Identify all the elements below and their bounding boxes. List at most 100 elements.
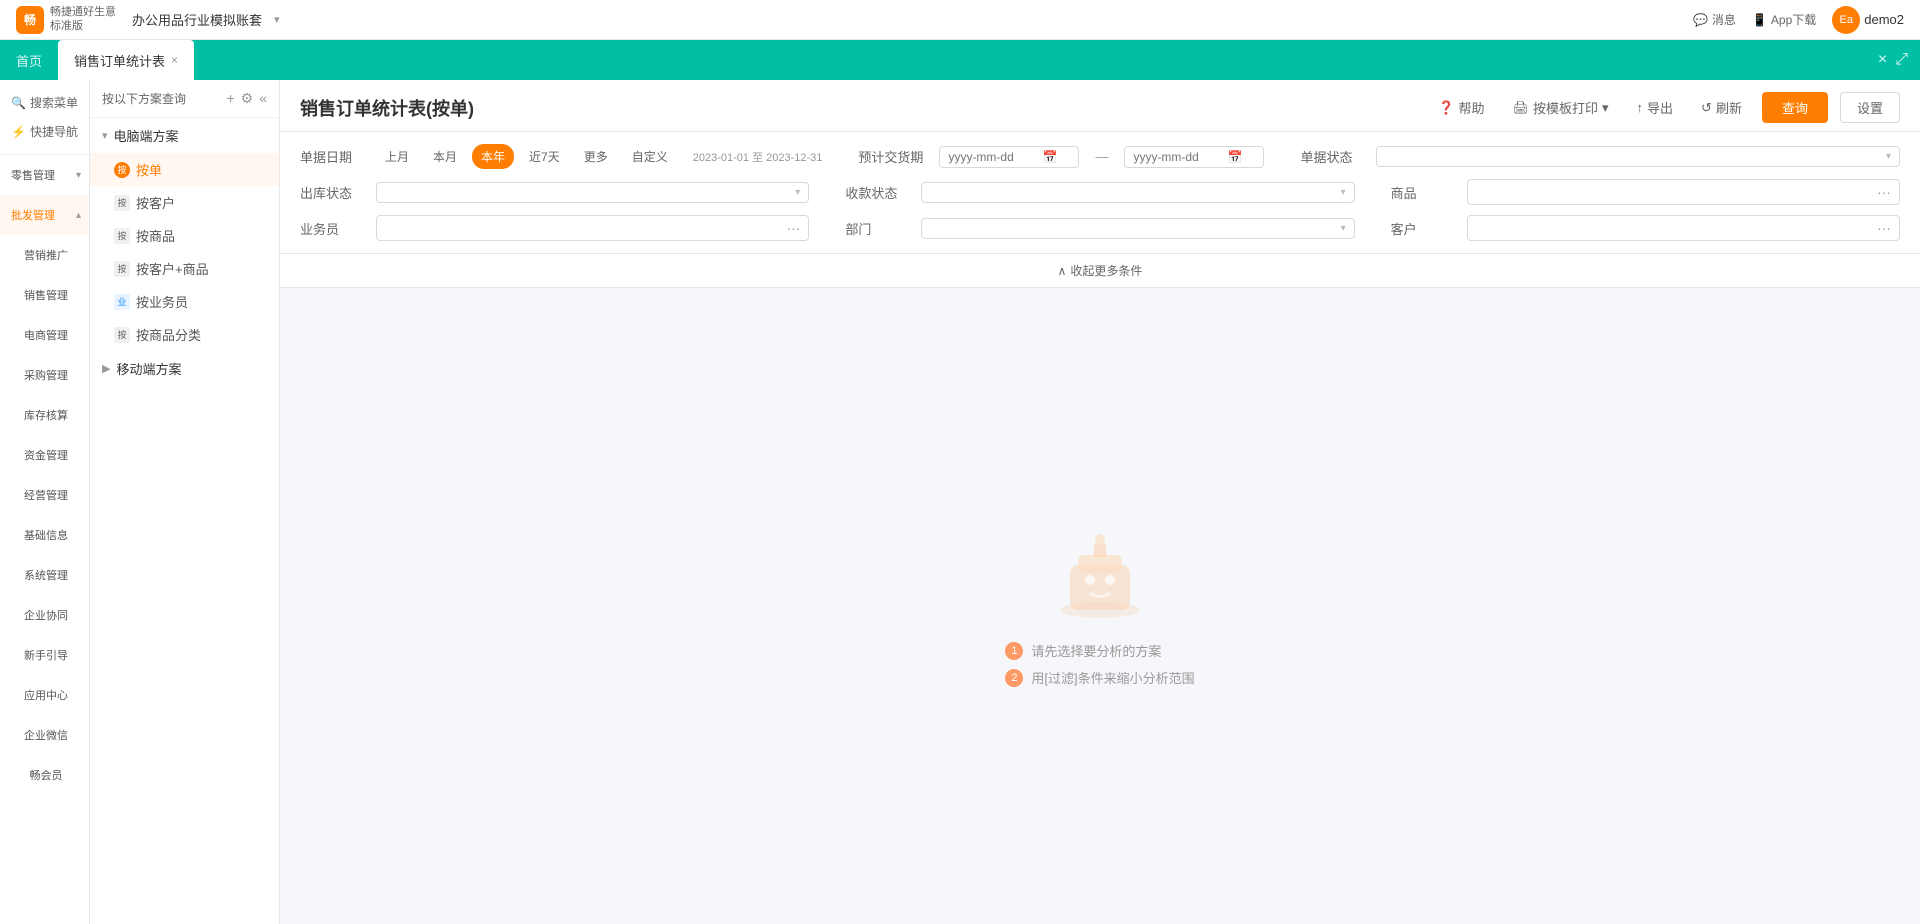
dept-label: 部门 <box>845 219 905 238</box>
filter-area: 单据日期 上月 本月 本年 近7天 更多 自定义 2023-01-01 至 20… <box>280 132 1920 254</box>
empty-tips: 1 请先选择要分析的方案 2 用[过滤]条件来缩小分析范围 <box>1005 641 1194 687</box>
scheme-group-mobile-header[interactable]: ▶ 移动端方案 <box>90 351 279 386</box>
scheme-icon-sq: 按 <box>114 195 130 211</box>
template-print-button[interactable]: 🖨 按模板打印 ▾ <box>1504 94 1616 121</box>
salesperson-input[interactable]: ··· <box>376 215 809 241</box>
scheme-item-by-product[interactable]: 按 按商品 <box>90 219 279 252</box>
left-panel-actions: + ⚙ « <box>226 90 267 107</box>
export-icon: ↑ <box>1637 100 1644 115</box>
payment-status-label: 收款状态 <box>845 183 905 202</box>
dept-select[interactable]: ▾ <box>921 218 1354 239</box>
expected-date-end[interactable]: 📅 <box>1124 146 1264 168</box>
left-panel-collapse-button[interactable]: « <box>259 90 267 107</box>
filter-row-3: 业务员 ··· 部门 ▾ 客户 ··· <box>300 215 1900 241</box>
sidebar-item-app-center[interactable]: 应用中心 <box>0 675 89 715</box>
scheme-group-desktop-header[interactable]: ▾ 电脑端方案 <box>90 118 279 153</box>
goods-label: 商品 <box>1391 183 1451 202</box>
query-button[interactable]: 查询 <box>1762 92 1828 123</box>
sidebar: 🔍 搜索菜单 ⚡ 快捷导航 零售管理 ▾ 批发管理 ▴ 营销推广 销售管理 电商… <box>0 80 90 924</box>
app-download-button[interactable]: 📱 App下载 <box>1752 11 1816 28</box>
calendar-start-icon: 📅 <box>1042 150 1057 164</box>
sidebar-item-newbie[interactable]: 新手引导 <box>0 635 89 675</box>
goods-input[interactable]: ··· <box>1467 179 1900 205</box>
date-this-year[interactable]: 本年 <box>472 144 514 169</box>
sidebar-search-button[interactable]: 🔍 搜索菜单 <box>0 88 89 117</box>
sidebar-item-basic-info[interactable]: 基础信息 <box>0 515 89 555</box>
sidebar-quick-nav[interactable]: ⚡ 快捷导航 <box>0 117 89 146</box>
ship-status-label: 出库状态 <box>300 183 360 202</box>
expected-date-end-input[interactable] <box>1133 150 1223 164</box>
sidebar-item-marketing[interactable]: 营销推广 <box>0 235 89 275</box>
left-panel-add-button[interactable]: + <box>226 90 234 107</box>
app-dropdown-arrow[interactable]: ▾ <box>274 13 280 26</box>
salesperson-more-icon[interactable]: ··· <box>786 220 800 236</box>
tab-restore-button[interactable]: ⤢ <box>1895 52 1908 68</box>
user-profile[interactable]: Ea demo2 <box>1832 6 1904 34</box>
ship-status-select[interactable]: ▾ <box>376 182 809 203</box>
message-icon: 💬 <box>1693 13 1708 27</box>
customer-input[interactable]: ··· <box>1467 215 1900 241</box>
user-name: demo2 <box>1864 12 1904 27</box>
scheme-item-by-category[interactable]: 按 按商品分类 <box>90 318 279 351</box>
header-right: 💬 消息 📱 App下载 Ea demo2 <box>1693 6 1904 34</box>
refresh-button[interactable]: ↺ 刷新 <box>1693 94 1750 121</box>
sidebar-top: 🔍 搜索菜单 ⚡ 快捷导航 <box>0 80 89 155</box>
date-this-month[interactable]: 本月 <box>424 144 466 169</box>
date-options: 上月 本月 本年 近7天 更多 自定义 <box>376 144 677 169</box>
sidebar-item-wholesale[interactable]: 批发管理 ▴ <box>0 195 89 235</box>
scheme-item-by-order[interactable]: 按 按单 <box>90 153 279 186</box>
date-label: 单据日期 <box>300 147 360 166</box>
date-prev-month[interactable]: 上月 <box>376 144 418 169</box>
date-custom[interactable]: 自定义 <box>623 144 677 169</box>
expected-date-start-input[interactable] <box>948 150 1038 164</box>
doc-status-select[interactable]: ▾ <box>1376 146 1900 167</box>
expected-date-start[interactable]: 📅 <box>939 146 1079 168</box>
doc-status-label: 单据状态 <box>1300 147 1360 166</box>
tab-close-all-button[interactable]: × <box>1878 52 1887 68</box>
content-area: 按以下方案查询 + ⚙ « ▾ 电脑端方案 按 按单 按 按客户 <box>90 80 1920 924</box>
message-button[interactable]: 💬 消息 <box>1693 11 1736 28</box>
right-content: 销售订单统计表(按单) ❓ 帮助 🖨 按模板打印 ▾ ↑ 导出 <box>280 80 1920 924</box>
scheme-item-by-salesperson[interactable]: 业 按业务员 <box>90 285 279 318</box>
date-last7[interactable]: 近7天 <box>520 144 569 169</box>
sidebar-item-finance[interactable]: 资金管理 <box>0 435 89 475</box>
logo-icon: 畅 <box>16 6 44 34</box>
sidebar-item-system[interactable]: 系统管理 <box>0 555 89 595</box>
chevron-down-icon: ▾ <box>102 129 108 142</box>
scheme-item-by-customer-product[interactable]: 按 按客户+商品 <box>90 252 279 285</box>
scheme-item-by-customer[interactable]: 按 按客户 <box>90 186 279 219</box>
tab-sales-stat[interactable]: 销售订单统计表 × <box>58 40 194 80</box>
tab-bar: 首页 销售订单统计表 × × ⤢ <box>0 40 1920 80</box>
page-title: 销售订单统计表(按单) <box>300 95 474 121</box>
print-icon: 🖨 <box>1512 100 1529 116</box>
customer-label: 客户 <box>1391 219 1451 238</box>
payment-status-select[interactable]: ▾ <box>921 182 1354 203</box>
date-more[interactable]: 更多 <box>575 144 617 169</box>
tab-home[interactable]: 首页 <box>0 40 58 80</box>
sidebar-item-enterprise[interactable]: 企业协同 <box>0 595 89 635</box>
help-icon: ❓ <box>1438 100 1454 116</box>
customer-more-icon[interactable]: ··· <box>1877 220 1891 236</box>
salesperson-label: 业务员 <box>300 219 360 238</box>
sidebar-item-operations[interactable]: 经营管理 <box>0 475 89 515</box>
collapse-bar[interactable]: ∧ 收起更多条件 <box>280 254 1920 288</box>
sidebar-item-inventory[interactable]: 库存核算 <box>0 395 89 435</box>
page-actions: ❓ 帮助 🖨 按模板打印 ▾ ↑ 导出 ↺ 刷新 <box>1430 92 1900 123</box>
settings-button[interactable]: 设置 <box>1840 92 1900 123</box>
empty-tip-2: 2 用[过滤]条件来缩小分析范围 <box>1005 668 1194 687</box>
sidebar-item-retail[interactable]: 零售管理 ▾ <box>0 155 89 195</box>
main-layout: 🔍 搜索菜单 ⚡ 快捷导航 零售管理 ▾ 批发管理 ▴ 营销推广 销售管理 电商… <box>0 80 1920 924</box>
sidebar-item-wechat[interactable]: 企业微信 <box>0 715 89 755</box>
top-header: 畅 畅捷通好生意 标准版 办公用品行业模拟账套 ▾ 💬 消息 📱 App下载 E… <box>0 0 1920 40</box>
tab-close-button[interactable]: × <box>171 53 178 67</box>
refresh-icon: ↺ <box>1701 100 1712 116</box>
sidebar-item-ecommerce[interactable]: 电商管理 <box>0 315 89 355</box>
ship-status-caret: ▾ <box>795 187 800 198</box>
help-button[interactable]: ❓ 帮助 <box>1430 94 1492 121</box>
goods-more-icon[interactable]: ··· <box>1877 184 1891 200</box>
export-button[interactable]: ↑ 导出 <box>1629 94 1682 121</box>
sidebar-item-purchase[interactable]: 采购管理 <box>0 355 89 395</box>
sidebar-item-sales[interactable]: 销售管理 <box>0 275 89 315</box>
left-panel-settings-button[interactable]: ⚙ <box>241 90 254 107</box>
sidebar-item-member[interactable]: 畅会员 <box>0 755 89 795</box>
